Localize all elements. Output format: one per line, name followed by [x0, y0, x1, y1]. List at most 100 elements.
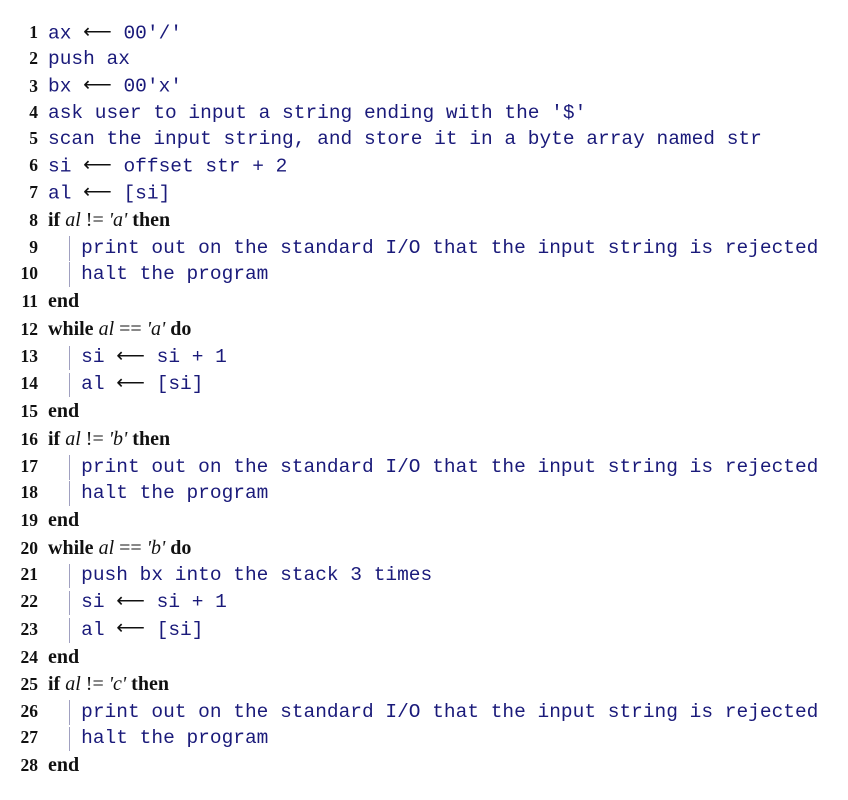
code-line: 16if al != 'b' then: [10, 426, 818, 454]
line-content: print out on the standard I/O that the i…: [48, 235, 818, 261]
code-line: 1ax ⟵ 00'/': [10, 20, 818, 47]
seg-tt: si: [81, 346, 116, 368]
line-number: 20: [10, 535, 48, 563]
line-number: 21: [10, 563, 48, 589]
seg-tt: al: [81, 373, 116, 395]
code-line: 12while al == 'a' do: [10, 316, 818, 344]
seg-tt: halt the program: [81, 263, 268, 285]
seg-op: ==: [119, 318, 147, 340]
seg-arrow: ⟵: [116, 615, 145, 642]
seg-tt: offset str + 2: [112, 155, 288, 177]
line-number: 14: [10, 371, 48, 398]
line-number: 13: [10, 344, 48, 371]
line-number: 8: [10, 207, 48, 235]
seg-tt: ask user to input a string ending with t…: [48, 102, 586, 124]
line-content: print out on the standard I/O that the i…: [48, 454, 818, 480]
line-content: print out on the standard I/O that the i…: [48, 699, 818, 725]
line-content: end: [48, 507, 818, 535]
line-number: 4: [10, 101, 48, 127]
line-content: if al != 'b' then: [48, 426, 818, 454]
line-number: 25: [10, 671, 48, 699]
line-number: 24: [10, 644, 48, 672]
seg-var: 'a': [147, 318, 171, 340]
seg-tt: al: [81, 619, 116, 641]
seg-var: 'b': [109, 428, 133, 450]
seg-var: al: [65, 673, 86, 695]
seg-kw: end: [48, 754, 79, 776]
seg-kw: while: [48, 537, 99, 559]
line-content: si ⟵ si + 1: [48, 344, 818, 371]
line-content: end: [48, 752, 818, 780]
line-content: si ⟵ offset str + 2: [48, 153, 818, 180]
seg-arrow: ⟵: [116, 370, 145, 397]
indent-rule: [69, 346, 70, 370]
line-content: push bx into the stack 3 times: [48, 563, 818, 589]
code-line: 26print out on the standard I/O that the…: [10, 699, 818, 725]
line-number: 2: [10, 47, 48, 73]
code-line: 5scan the input string, and store it in …: [10, 127, 818, 153]
code-line: 2push ax: [10, 47, 818, 73]
line-number: 9: [10, 235, 48, 261]
line-content: si ⟵ si + 1: [48, 589, 818, 616]
seg-var: 'b': [147, 537, 171, 559]
indent-rule: [69, 618, 70, 642]
seg-arrow: ⟵: [83, 72, 112, 99]
code-line: 24end: [10, 644, 818, 672]
seg-kw: do: [170, 537, 191, 559]
code-line: 8if al != 'a' then: [10, 207, 818, 235]
line-number: 22: [10, 589, 48, 616]
line-number: 19: [10, 507, 48, 535]
line-content: scan the input string, and store it in a…: [48, 127, 818, 153]
line-content: while al == 'b' do: [48, 535, 818, 563]
seg-arrow: ⟵: [116, 343, 145, 370]
seg-var: al: [65, 209, 86, 231]
code-line: 14al ⟵ [si]: [10, 371, 818, 398]
line-content: push ax: [48, 47, 818, 73]
seg-tt: print out on the standard I/O that the i…: [81, 701, 818, 723]
seg-kw: if: [48, 673, 65, 695]
seg-var: 'c': [109, 673, 131, 695]
line-content: end: [48, 644, 818, 672]
seg-tt: push bx into the stack 3 times: [81, 564, 432, 586]
indent-rule: [69, 373, 70, 397]
line-content: halt the program: [48, 726, 818, 752]
seg-kw: end: [48, 509, 79, 531]
seg-tt: [si]: [112, 182, 171, 204]
seg-tt: bx: [48, 76, 83, 98]
code-line: 9print out on the standard I/O that the …: [10, 235, 818, 261]
line-content: ax ⟵ 00'/': [48, 20, 818, 47]
seg-tt: [si]: [145, 619, 204, 641]
seg-tt: 00'x': [112, 76, 182, 98]
line-number: 27: [10, 726, 48, 752]
seg-kw: then: [132, 428, 170, 450]
code-line: 19end: [10, 507, 818, 535]
seg-tt: si: [48, 155, 83, 177]
seg-arrow: ⟵: [83, 19, 112, 46]
seg-var: al: [99, 537, 120, 559]
line-number: 12: [10, 316, 48, 344]
code-line: 25if al != 'c' then: [10, 671, 818, 699]
seg-tt: si + 1: [145, 591, 227, 613]
seg-op: !=: [86, 428, 109, 450]
indent-rule: [69, 236, 70, 260]
seg-kw: then: [131, 673, 169, 695]
indent-rule: [69, 481, 70, 505]
seg-tt: si: [81, 591, 116, 613]
line-number: 1: [10, 20, 48, 47]
line-content: halt the program: [48, 261, 818, 287]
line-number: 15: [10, 398, 48, 426]
line-content: halt the program: [48, 480, 818, 506]
code-line: 11end: [10, 288, 818, 316]
seg-tt: 00'/': [112, 22, 182, 44]
seg-kw: end: [48, 646, 79, 668]
seg-tt: halt the program: [81, 482, 268, 504]
line-number: 16: [10, 426, 48, 454]
line-number: 6: [10, 153, 48, 180]
code-line: 20while al == 'b' do: [10, 535, 818, 563]
code-line: 22si ⟵ si + 1: [10, 589, 818, 616]
seg-arrow: ⟵: [83, 152, 112, 179]
line-number: 10: [10, 261, 48, 287]
seg-tt: push ax: [48, 48, 130, 70]
code-line: 15end: [10, 398, 818, 426]
code-line: 27halt the program: [10, 726, 818, 752]
